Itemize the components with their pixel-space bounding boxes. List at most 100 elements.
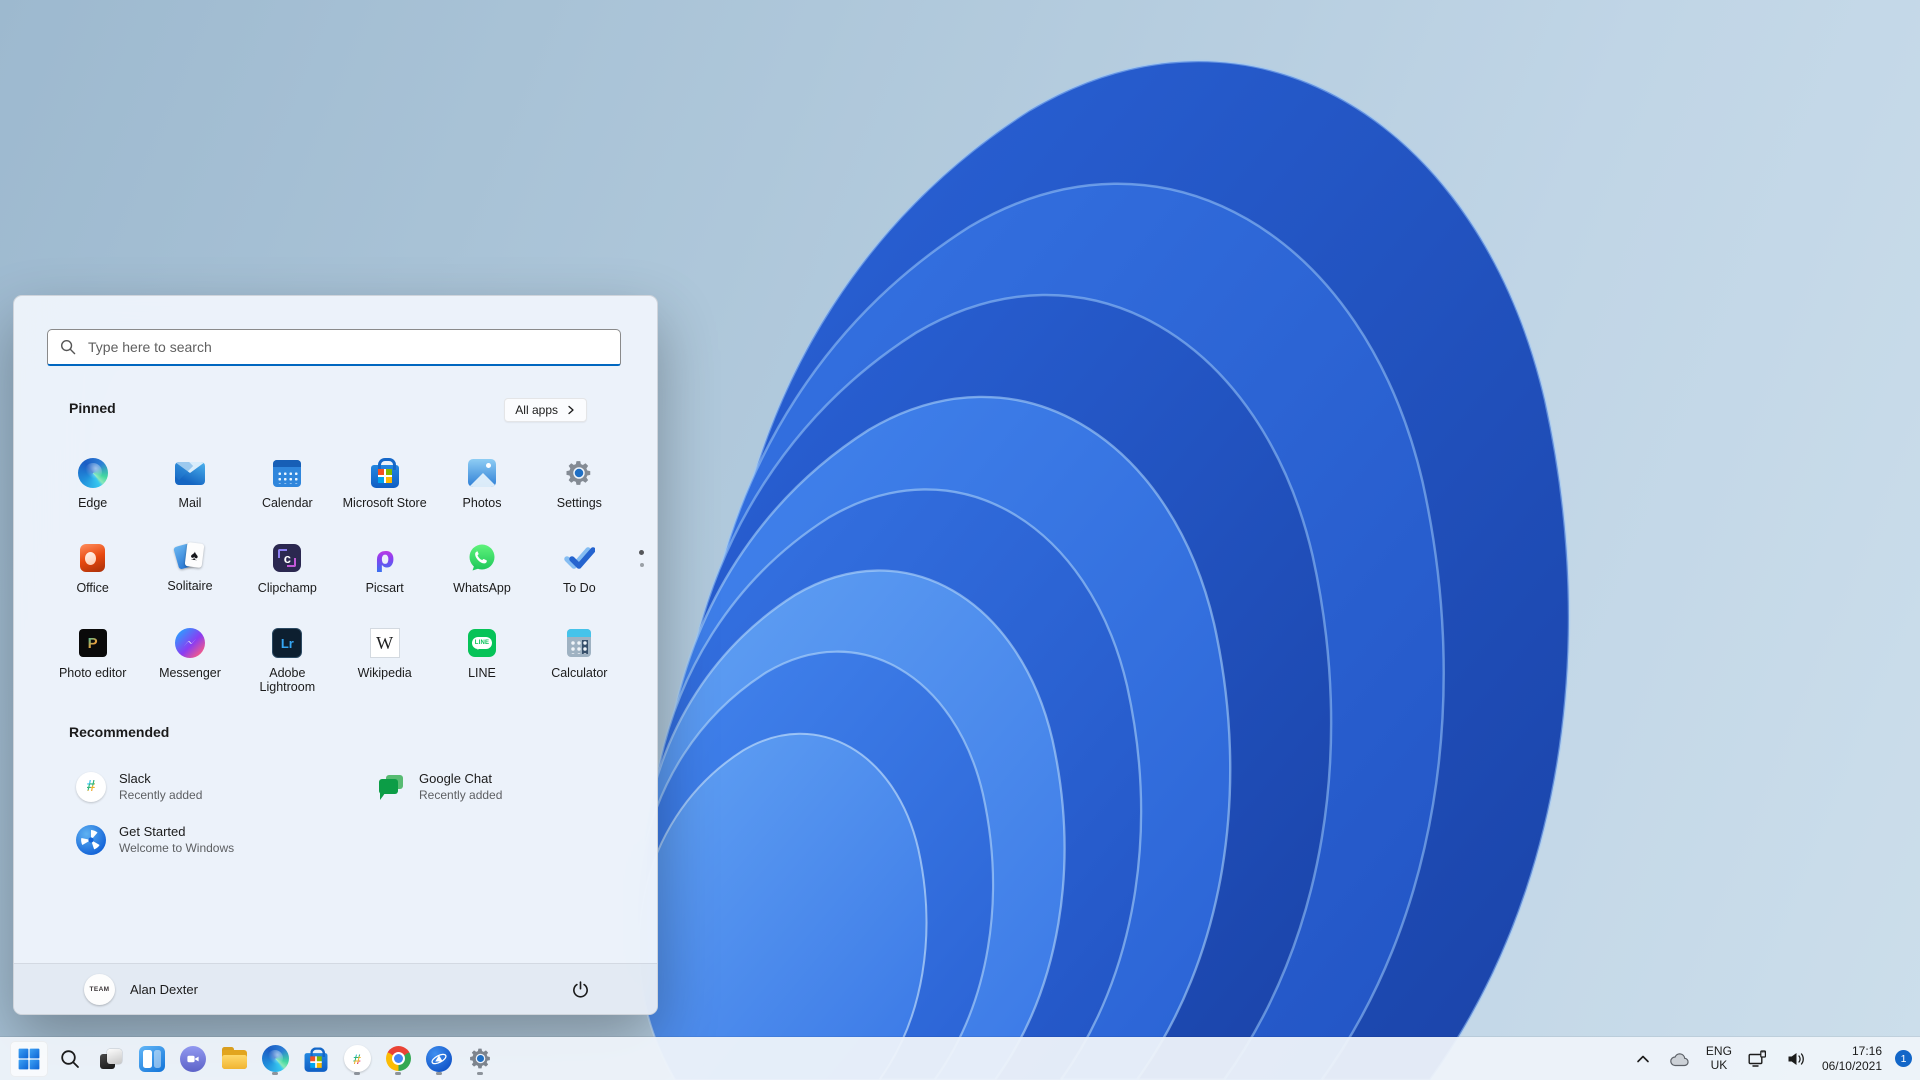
windows-logo-icon [18, 1048, 40, 1069]
pinned-app-mail[interactable]: Mail [141, 454, 238, 536]
photo-editor-icon: P [76, 626, 110, 660]
volume-tray-button[interactable] [1784, 1048, 1809, 1070]
widgets-icon [139, 1045, 165, 1072]
taskbar-atom-app-button[interactable] [420, 1041, 458, 1077]
pinned-app-calculator[interactable]: Calculator [531, 624, 628, 706]
recommended-item-subtitle: Recently added [419, 788, 503, 802]
notification-badge[interactable]: 1 [1895, 1050, 1912, 1067]
app-label: Mail [178, 496, 202, 510]
slack-icon: # [343, 1045, 371, 1072]
recommended-item-google-chat[interactable]: Google Chat Recently added [376, 760, 636, 813]
atom-app-icon [426, 1045, 452, 1072]
mail-icon [173, 456, 207, 490]
to-do-icon [562, 541, 596, 575]
clipchamp-icon: c [270, 541, 304, 575]
recommended-item-title: Slack [119, 771, 151, 786]
task-view-button[interactable] [92, 1041, 130, 1077]
pinned-app-clipchamp[interactable]: c Clipchamp [239, 539, 336, 621]
search-icon [61, 1049, 79, 1068]
settings-gear-icon [469, 1048, 490, 1069]
pinned-app-adobe-lightroom[interactable]: Lr Adobe Lightroom [239, 624, 336, 706]
network-tray-button[interactable] [1745, 1047, 1771, 1070]
file-explorer-icon [221, 1046, 248, 1071]
picsart-icon: ρ [374, 541, 395, 574]
pinned-app-calendar[interactable]: Calendar [239, 454, 336, 536]
language-indicator[interactable]: ENG UK [1705, 1044, 1732, 1072]
taskbar-search-button[interactable] [51, 1041, 89, 1077]
recommended-item-get-started[interactable]: Get Started Welcome to Windows [76, 813, 376, 866]
recommended-item-slack[interactable]: # Slack Recently added [76, 760, 376, 813]
page-indicator-dot-current[interactable] [639, 550, 644, 555]
pinned-app-solitaire[interactable]: Solitaire [141, 539, 238, 621]
file-explorer-button[interactable] [215, 1041, 253, 1077]
wikipedia-icon: W [368, 626, 402, 660]
region-code: UK [1710, 1057, 1728, 1072]
recommended-item-title: Google Chat [419, 771, 492, 786]
user-profile-button[interactable]: TEAM Alan Dexter [74, 969, 208, 1010]
pinned-app-whatsapp[interactable]: WhatsApp [433, 539, 530, 621]
onedrive-tray-button[interactable] [1666, 1048, 1693, 1070]
search-icon [60, 339, 76, 355]
app-label: Clipchamp [257, 581, 317, 595]
ethernet-network-icon [1748, 1050, 1766, 1067]
pinned-app-settings[interactable]: Settings [531, 454, 628, 536]
pinned-app-picsart[interactable]: ρ Picsart [336, 539, 433, 621]
start-button[interactable] [10, 1040, 48, 1077]
pinned-app-messenger[interactable]: Messenger [141, 624, 238, 706]
settings-gear-icon [562, 456, 596, 490]
pinned-app-photo-editor[interactable]: P Photo editor [44, 624, 141, 706]
taskbar-slack-button[interactable]: # [338, 1041, 376, 1077]
photos-icon [465, 456, 499, 490]
google-chat-icon [376, 772, 406, 802]
app-label: Settings [556, 496, 602, 510]
power-button[interactable] [562, 971, 599, 1008]
system-tray: ENG UK 17:16 06/10/2021 1 [1633, 1037, 1912, 1080]
taskbar-edge-button[interactable] [256, 1041, 294, 1077]
speaker-icon [1788, 1052, 1804, 1065]
taskbar-settings-button[interactable] [461, 1041, 499, 1077]
pinned-section-title: Pinned [69, 400, 116, 416]
search-input[interactable] [86, 338, 608, 356]
start-menu: Pinned All apps Edge Mail Calendar Micro… [13, 295, 658, 1015]
pinned-app-edge[interactable]: Edge [44, 454, 141, 536]
messenger-icon [173, 626, 207, 660]
pinned-app-office[interactable]: Office [44, 539, 141, 621]
line-icon: LINE [465, 626, 499, 660]
pinned-app-to-do[interactable]: To Do [531, 539, 628, 621]
chevron-right-icon [568, 405, 574, 415]
solitaire-icon [173, 541, 206, 573]
taskbar-chrome-button[interactable] [379, 1041, 417, 1077]
running-indicator [272, 1071, 278, 1075]
task-view-icon [98, 1046, 124, 1072]
start-search-box[interactable] [47, 329, 621, 366]
microsoft-store-icon [299, 1042, 333, 1076]
tray-date: 06/10/2021 [1821, 1058, 1882, 1073]
running-indicator [354, 1071, 360, 1075]
all-apps-button[interactable]: All apps [504, 398, 587, 422]
tray-time: 17:16 [1851, 1043, 1882, 1058]
widgets-button[interactable] [133, 1041, 171, 1077]
tray-overflow-button[interactable] [1633, 1050, 1653, 1068]
start-menu-footer: TEAM Alan Dexter [14, 963, 657, 1014]
whatsapp-icon [465, 541, 499, 575]
pinned-app-line[interactable]: LINE LINE [433, 624, 530, 706]
page-indicator-dot-next[interactable] [639, 563, 644, 567]
pinned-page-indicator[interactable] [639, 550, 644, 567]
recommended-item-subtitle: Welcome to Windows [119, 841, 235, 855]
clock-tray-button[interactable]: 17:16 06/10/2021 [1822, 1044, 1882, 1074]
office-icon [76, 541, 110, 575]
recommended-item-subtitle: Recently added [119, 788, 203, 802]
running-indicator [395, 1071, 401, 1075]
user-avatar: TEAM [84, 973, 115, 1005]
chat-button[interactable] [174, 1041, 212, 1077]
pinned-app-grid: Edge Mail Calendar Microsoft Store Photo… [44, 454, 628, 706]
pinned-app-wikipedia[interactable]: W Wikipedia [336, 624, 433, 706]
language-code: ENG [1705, 1044, 1732, 1058]
adobe-lightroom-icon: Lr [270, 626, 304, 660]
taskbar-store-button[interactable] [297, 1041, 335, 1077]
chat-video-icon [180, 1045, 206, 1072]
pinned-app-microsoft-store[interactable]: Microsoft Store [336, 454, 433, 536]
pinned-app-photos[interactable]: Photos [433, 454, 530, 536]
app-label: Microsoft Store [342, 496, 427, 510]
all-apps-label: All apps [515, 403, 558, 417]
